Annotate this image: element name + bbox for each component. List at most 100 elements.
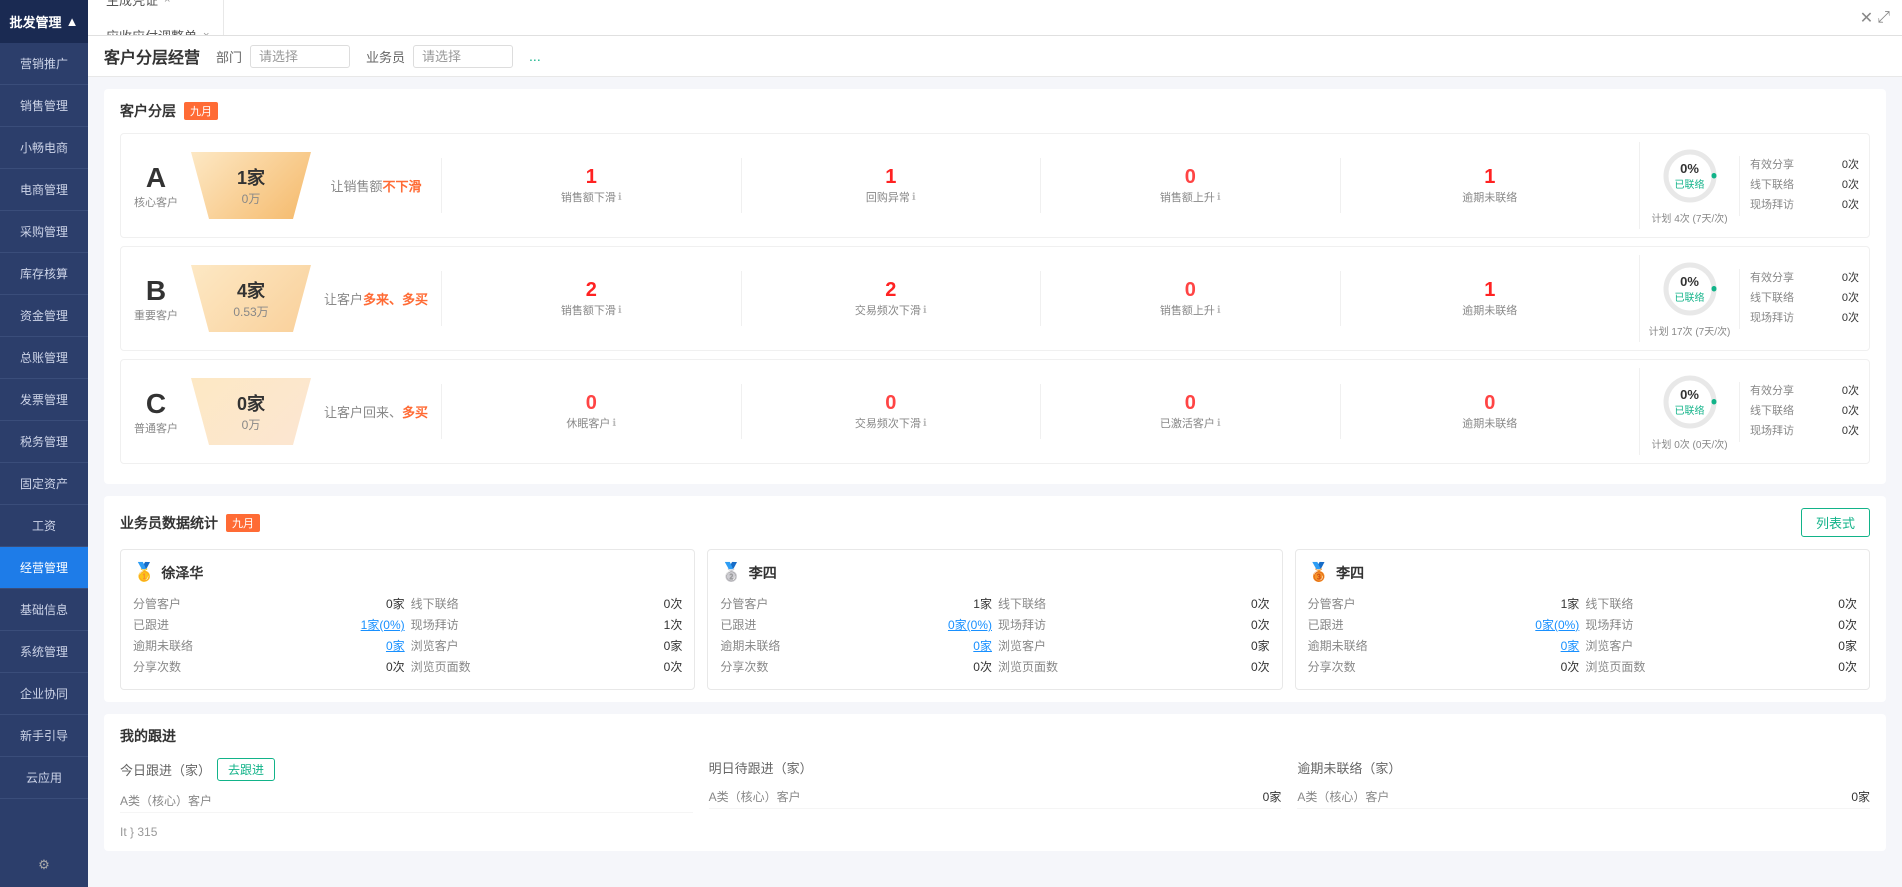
biz-stat-val[interactable]: 1家(0%) [361,616,405,633]
biz-stat-val[interactable]: 0家(0%) [1535,616,1579,633]
info-icon[interactable]: ℹ [618,192,622,203]
tab-生成凭证[interactable]: 生成凭证× [92,0,224,18]
info-icon[interactable]: ℹ [612,418,616,429]
dept-select[interactable]: 请选择 [250,45,350,68]
stat-num: 1 [448,166,735,189]
biz-stats-grid-0: 分管客户 0家 已跟进 1家(0%) 逾期未联络 0家 分享次数 0次 线下联络… [133,593,682,677]
info-icon[interactable]: ℹ [1217,192,1221,203]
sidebar-item-小畅电商[interactable]: 小畅电商 [0,127,88,169]
sidebar-item-发票管理[interactable]: 发票管理 [0,379,88,421]
biz-section-title: 业务员数据统计 [120,513,218,533]
sidebar-item-销售管理[interactable]: 销售管理 [0,85,88,127]
tier-letter-B: B [125,275,187,307]
tab-expand-button[interactable]: ⤢ [1877,8,1890,28]
right-stat-label: 线下联络 [1750,402,1794,418]
info-icon[interactable]: ℹ [923,418,927,429]
biz-stat-val: 0次 [664,658,683,675]
tab-pin-button[interactable]: ✕ [1860,8,1873,28]
sidebar-item-基础信息[interactable]: 基础信息 [0,589,88,631]
right-stat-row: 线下联络0次 [1750,289,1859,305]
biz-stat-label: 分管客户 [720,595,768,612]
sidebar-item-工资[interactable]: 工资 [0,505,88,547]
sidebar-item-采购管理[interactable]: 采购管理 [0,211,88,253]
tab-应收应付调整单[interactable]: 应收应付调整单× [92,18,224,37]
right-stat-val: 0次 [1842,176,1859,192]
stat-num: 1 [1347,279,1634,302]
stat-num: 0 [1047,279,1334,302]
tier-suggest-A: 让销售额不下滑 [311,176,441,195]
go-follow-button[interactable]: 去跟进 [217,758,275,781]
right-stat-label: 现场拜访 [1750,422,1794,438]
info-icon[interactable]: ℹ [1217,305,1221,316]
follow-overdue-row: A类（核心）客户 0家 [1297,785,1870,809]
follow-col-today: 今日跟进（家） 去跟进 A类（核心）客户 [120,758,693,813]
sidebar-item-税务管理[interactable]: 税务管理 [0,421,88,463]
biz-stat-val: 0家 [1838,637,1857,654]
settings-gear[interactable]: ⚙ [0,843,88,887]
tier-amount-A: 1家0万 [191,152,311,219]
tier-row-A: A核心客户1家0万让销售额不下滑1销售额下滑ℹ1回购异常ℹ0销售额上升ℹ1逾期未… [120,133,1870,238]
more-filters-btn[interactable]: ... [529,48,541,64]
sidebar-item-固定资产[interactable]: 固定资产 [0,463,88,505]
sidebar-item-企业协同[interactable]: 企业协同 [0,673,88,715]
sidebar-header[interactable]: 批发管理 ▲ [0,0,88,43]
tab-close-生成凭证[interactable]: × [164,0,170,6]
biz-stat-row-right-2-1: 现场拜访 0次 [1585,614,1857,635]
right-stat-val: 0次 [1842,196,1859,212]
sidebar-title: 批发管理 [10,12,62,31]
tier-count-B: 4家 [199,277,303,303]
biz-stat-val: 0次 [664,595,683,612]
sidebar-item-电商管理[interactable]: 电商管理 [0,169,88,211]
content-header: 客户分层经营 部门 请选择 业务员 请选择 ... [88,36,1902,77]
list-view-button[interactable]: 列表式 [1801,508,1870,537]
follow-overdue-label: A类（核心）客户 [1297,788,1389,805]
sales-select[interactable]: 请选择 [413,45,513,68]
info-icon[interactable]: ℹ [923,305,927,316]
stat-label: 逾期未联络 [1347,415,1634,431]
info-icon[interactable]: ℹ [618,305,622,316]
tier-letter-C: C [125,388,187,420]
biz-stat-row-left-1-2: 逾期未联络 0家 [720,635,992,656]
biz-stat-val[interactable]: 0家 [973,637,992,654]
stat-num: 0 [1347,392,1634,415]
sidebar-item-资金管理[interactable]: 资金管理 [0,295,88,337]
sidebar-item-总账管理[interactable]: 总账管理 [0,337,88,379]
info-icon[interactable]: ℹ [912,192,916,203]
info-icon[interactable]: ℹ [1217,418,1221,429]
sidebar-item-云应用[interactable]: 云应用 [0,757,88,799]
biz-stat-val[interactable]: 0家 [1561,637,1580,654]
biz-stat-label: 逾期未联络 [133,637,193,654]
biz-stat-label: 线下联络 [1585,595,1633,612]
stat-label: 已激活客户ℹ [1047,415,1334,431]
right-stat-val: 0次 [1842,382,1859,398]
biz-name-1: 李四 [749,563,777,583]
follow-title: 我的跟进 [120,726,1870,746]
sidebar-item-经营管理[interactable]: 经营管理 [0,547,88,589]
medal-icon-1: 🥈 [720,562,742,583]
biz-stat-val[interactable]: 0家 [386,637,405,654]
customer-section: 客户分层 九月 A核心客户1家0万让销售额不下滑1销售额下滑ℹ1回购异常ℹ0销售… [104,89,1886,484]
biz-stat-label: 线下联络 [411,595,459,612]
tier-stat-B-0: 2销售额下滑ℹ [441,271,741,326]
biz-stat-val: 0次 [386,658,405,675]
bottom-text: It } 315 [120,825,1870,839]
follow-tomorrow-val: 0家 [1263,788,1282,805]
follow-overdue-val: 0家 [1851,788,1870,805]
sidebar-item-系统管理[interactable]: 系统管理 [0,631,88,673]
biz-stat-label: 已跟进 [1308,616,1344,633]
tier-suggest-B: 让客户多来、多买 [311,289,441,308]
dept-label: 部门 [216,47,242,66]
biz-stat-label: 浏览客户 [998,637,1046,654]
biz-stat-row-left-2-0: 分管客户 1家 [1308,593,1580,614]
tab-bar-actions: ✕ ⤢ [1852,8,1898,28]
follow-col-tomorrow: 明日待跟进（家） A类（核心）客户 0家 [709,758,1282,813]
stat-label: 销售额下滑ℹ [448,189,735,205]
right-stat-row: 有效分享0次 [1750,269,1859,285]
sidebar-item-库存核算[interactable]: 库存核算 [0,253,88,295]
tier-right-stats-C: 有效分享0次线下联络0次现场拜访0次 [1739,382,1869,442]
sidebar-item-营销推广[interactable]: 营销推广 [0,43,88,85]
tier-stat-B-1: 2交易频次下滑ℹ [741,271,1041,326]
sidebar-item-新手引导[interactable]: 新手引导 [0,715,88,757]
biz-stat-val[interactable]: 0家(0%) [948,616,992,633]
circle-plan-C: 计划 0次 (0天/次) [1648,436,1731,451]
